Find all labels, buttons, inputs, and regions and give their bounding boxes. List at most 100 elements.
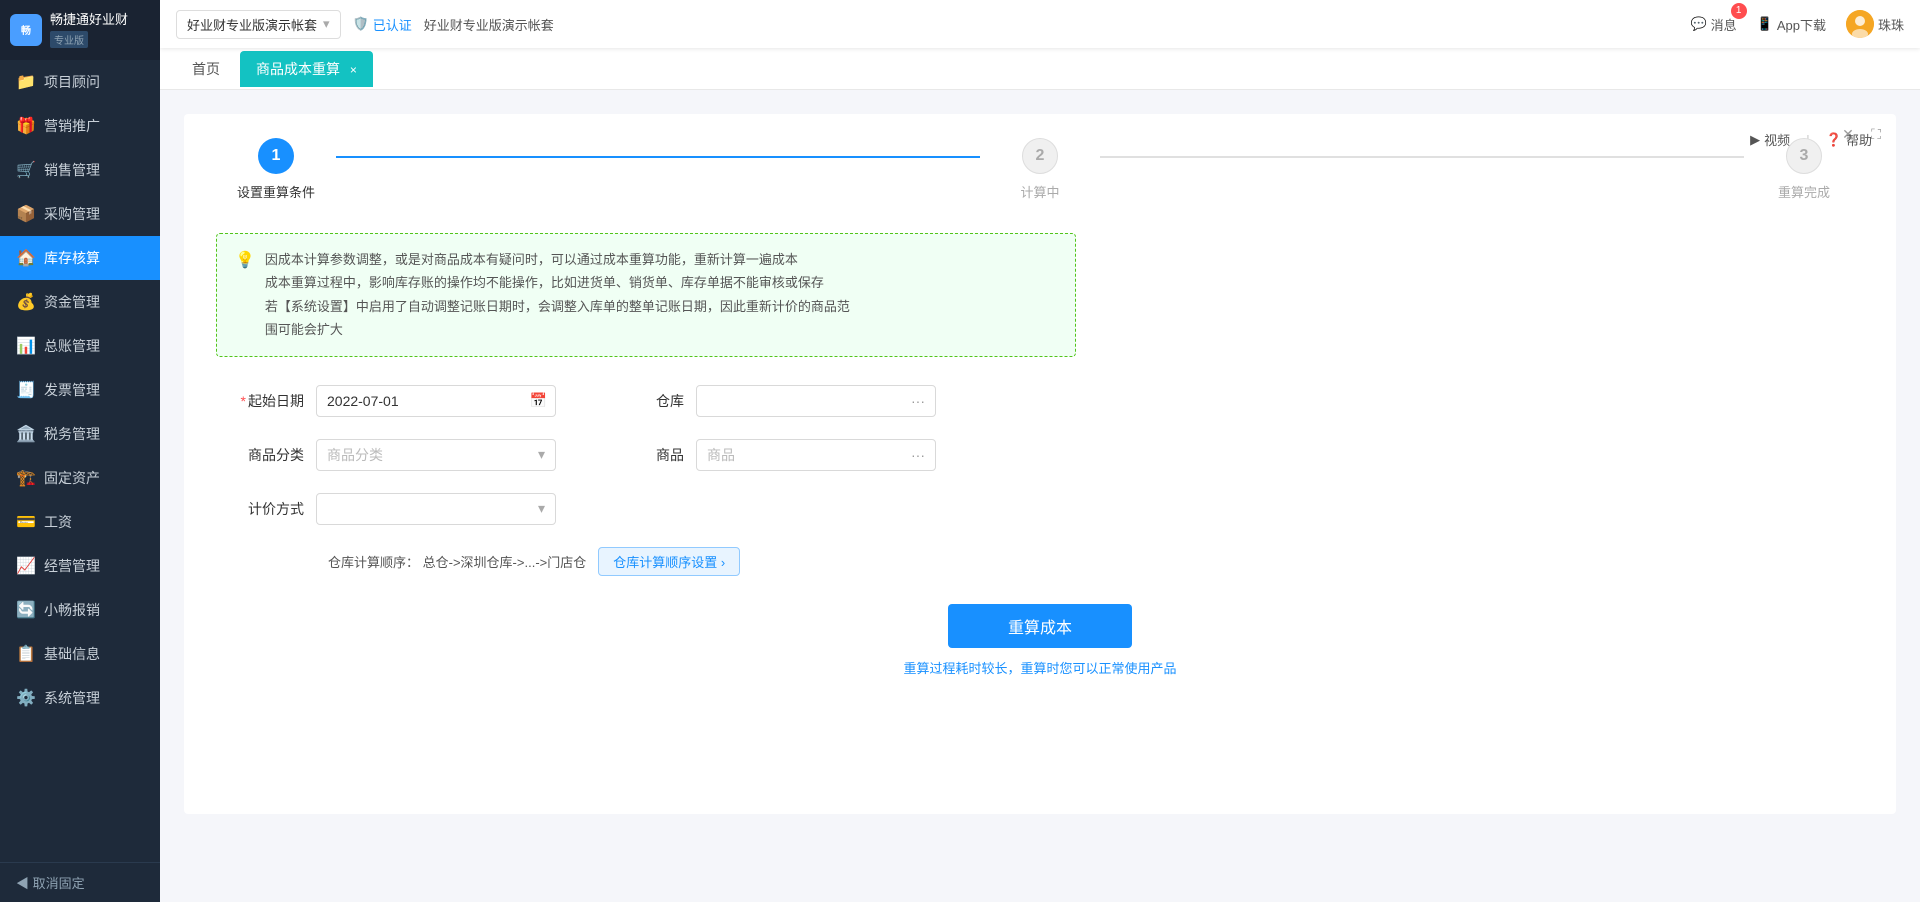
company-name: 好业财专业版演示帐套 <box>424 15 554 34</box>
sidebar-item-sales[interactable]: 🛒 销售管理 <box>0 148 160 192</box>
message-label: 消息 <box>1711 15 1737 34</box>
sidebar-item-label-purchase: 采购管理 <box>44 204 100 224</box>
start-date-label: *起始日期 <box>216 391 316 411</box>
tab-home[interactable]: 首页 <box>176 51 236 87</box>
step-line-1 <box>336 156 980 158</box>
sidebar-header: 畅 畅捷通好业财 专业版 <box>0 0 160 60</box>
assets-icon: 🏗️ <box>16 468 34 488</box>
salary-icon: 💳 <box>16 512 34 532</box>
calendar-icon[interactable]: 📅 <box>530 392 547 409</box>
warehouse-group: 仓库 ··· <box>636 385 936 417</box>
app-label: App下载 <box>1777 15 1826 34</box>
sidebar-item-expense[interactable]: 🔄 小畅报销 <box>0 588 160 632</box>
sidebar-item-accounting[interactable]: 📊 总账管理 <box>0 324 160 368</box>
topbar-right-area: 💬 消息 1 📱 App下载 珠珠 <box>1690 10 1904 38</box>
tab-close-icon[interactable]: × <box>350 63 357 77</box>
start-date-input[interactable]: 2022-07-01 📅 <box>316 385 556 417</box>
step-2-circle: 2 <box>1022 138 1058 174</box>
pin-label: ◀ 取消固定 <box>16 873 85 892</box>
tab-recalc-label: 商品成本重算 <box>256 61 340 77</box>
sidebar-item-label-expense: 小畅报销 <box>44 600 100 620</box>
step-1-circle: 1 <box>258 138 294 174</box>
topbar: 好业财专业版演示帐套 ▾ 🛡️ 已认证 好业财专业版演示帐套 💬 消息 1 📱 … <box>160 0 1920 48</box>
recalculate-button[interactable]: 重算成本 <box>948 604 1132 648</box>
user-profile-button[interactable]: 珠珠 <box>1846 10 1904 38</box>
sidebar-item-assets[interactable]: 🏗️ 固定资产 <box>0 456 160 500</box>
system-icon: ⚙️ <box>16 688 34 708</box>
sidebar-item-label-accounting: 总账管理 <box>44 336 100 356</box>
steps-indicator: 1 设置重算条件 2 计算中 3 重算完成 <box>216 138 1864 201</box>
sidebar-item-basic[interactable]: 📋 基础信息 <box>0 632 160 676</box>
sidebar-item-label-assets: 固定资产 <box>44 468 100 488</box>
sidebar-item-label-sales: 销售管理 <box>44 160 100 180</box>
warehouse-order-settings-button[interactable]: 仓库计算顺序设置 › <box>598 547 740 576</box>
sidebar-item-label-invoice: 发票管理 <box>44 380 100 400</box>
warehouse-input[interactable]: ··· <box>696 385 936 417</box>
tax-icon: 🏛️ <box>16 424 34 444</box>
project-icon: 📁 <box>16 72 34 92</box>
lightbulb-icon: 💡 <box>235 250 255 342</box>
sales-icon: 🛒 <box>16 160 34 180</box>
sidebar-item-operations[interactable]: 📈 经营管理 <box>0 544 160 588</box>
tab-bar: 首页 商品成本重算 × <box>160 48 1920 90</box>
goods-dots-icon: ··· <box>911 447 925 463</box>
form-area: *起始日期 2022-07-01 📅 仓库 ··· <box>216 385 1864 576</box>
sidebar-item-label-system: 系统管理 <box>44 688 100 708</box>
sidebar-item-tax[interactable]: 🏛️ 税务管理 <box>0 412 160 456</box>
invoice-icon: 🧾 <box>16 380 34 400</box>
sidebar-item-inventory[interactable]: 🏠 库存核算 <box>0 236 160 280</box>
shield-icon: 🛡️ <box>353 16 369 32</box>
step-1-label: 设置重算条件 <box>237 182 315 201</box>
sidebar-pin-toggle[interactable]: ◀ 取消固定 <box>0 862 160 902</box>
form-row-warehouse-order: 仓库计算顺序： 总仓->深圳仓库->...->门店仓 仓库计算顺序设置 › <box>216 547 1864 576</box>
operations-icon: 📈 <box>16 556 34 576</box>
chevron-down-icon: ▾ <box>323 16 330 32</box>
sidebar-item-project[interactable]: 📁 项目顾问 <box>0 60 160 104</box>
sidebar-item-purchase[interactable]: 📦 采购管理 <box>0 192 160 236</box>
svg-text:畅: 畅 <box>21 24 31 37</box>
marketing-icon: 🎁 <box>16 116 34 136</box>
phone-icon: 📱 <box>1757 16 1773 32</box>
message-badge: 1 <box>1731 3 1747 19</box>
sidebar-item-label-inventory: 库存核算 <box>44 248 100 268</box>
sidebar-item-marketing[interactable]: 🎁 营销推广 <box>0 104 160 148</box>
info-text: 因成本计算参数调整，或是对商品成本有疑问时，可以通过成本重算功能，重新计算一遍成… <box>265 248 850 342</box>
warehouse-dots-icon: ··· <box>911 393 925 409</box>
app-download-button[interactable]: 📱 App下载 <box>1757 15 1826 34</box>
avatar <box>1846 10 1874 38</box>
sidebar-title-area: 畅捷通好业财 专业版 <box>50 12 128 48</box>
sidebar-item-salary[interactable]: 💳 工资 <box>0 500 160 544</box>
sidebar-item-label-project: 项目顾问 <box>44 72 100 92</box>
verified-badge: 🛡️ 已认证 <box>353 15 412 34</box>
pricing-select[interactable]: ▾ <box>316 493 556 525</box>
sidebar-item-finance[interactable]: 💰 资金管理 <box>0 280 160 324</box>
tab-recalc[interactable]: 商品成本重算 × <box>240 51 373 87</box>
page-content: ✕ ⛶ ▶ 视频 | ❓ 帮助 <box>184 114 1896 814</box>
goods-group: 商品 商品 ··· <box>636 439 936 471</box>
user-name: 珠珠 <box>1878 15 1904 34</box>
main-area: 好业财专业版演示帐套 ▾ 🛡️ 已认证 好业财专业版演示帐套 💬 消息 1 📱 … <box>160 0 1920 902</box>
step-line-2 <box>1100 156 1744 158</box>
info-box: 💡 因成本计算参数调整，或是对商品成本有疑问时，可以通过成本重算功能，重新计算一… <box>216 233 1076 357</box>
inventory-icon: 🏠 <box>16 248 34 268</box>
goods-placeholder: 商品 <box>707 445 911 465</box>
sidebar-item-system[interactable]: ⚙️ 系统管理 <box>0 676 160 720</box>
sidebar-item-label-basic: 基础信息 <box>44 644 100 664</box>
sidebar-item-invoice[interactable]: 🧾 发票管理 <box>0 368 160 412</box>
basic-icon: 📋 <box>16 644 34 664</box>
accounting-icon: 📊 <box>16 336 34 356</box>
pricing-label: 计价方式 <box>216 499 316 519</box>
company-selector[interactable]: 好业财专业版演示帐套 ▾ <box>176 10 341 39</box>
form-row-pricing: 计价方式 ▾ <box>216 493 1864 525</box>
category-select[interactable]: 商品分类 ▾ <box>316 439 556 471</box>
step-3: 3 重算完成 <box>1744 138 1864 201</box>
start-date-field-wrap: 2022-07-01 📅 <box>316 385 556 417</box>
company-selector-text: 好业财专业版演示帐套 <box>187 15 317 34</box>
goods-input[interactable]: 商品 ··· <box>696 439 936 471</box>
sidebar: 畅 畅捷通好业财 专业版 📁 项目顾问 🎁 营销推广 🛒 销售管理 📦 采购管理… <box>0 0 160 902</box>
chevron-down-icon-pricing: ▾ <box>538 500 545 517</box>
message-button[interactable]: 💬 消息 1 <box>1690 15 1736 34</box>
sidebar-app-title: 畅捷通好业财 <box>50 12 128 29</box>
warehouse-order-value: 总仓->深圳仓库->...->门店仓 <box>423 555 587 570</box>
verified-text: 已认证 <box>373 15 412 34</box>
